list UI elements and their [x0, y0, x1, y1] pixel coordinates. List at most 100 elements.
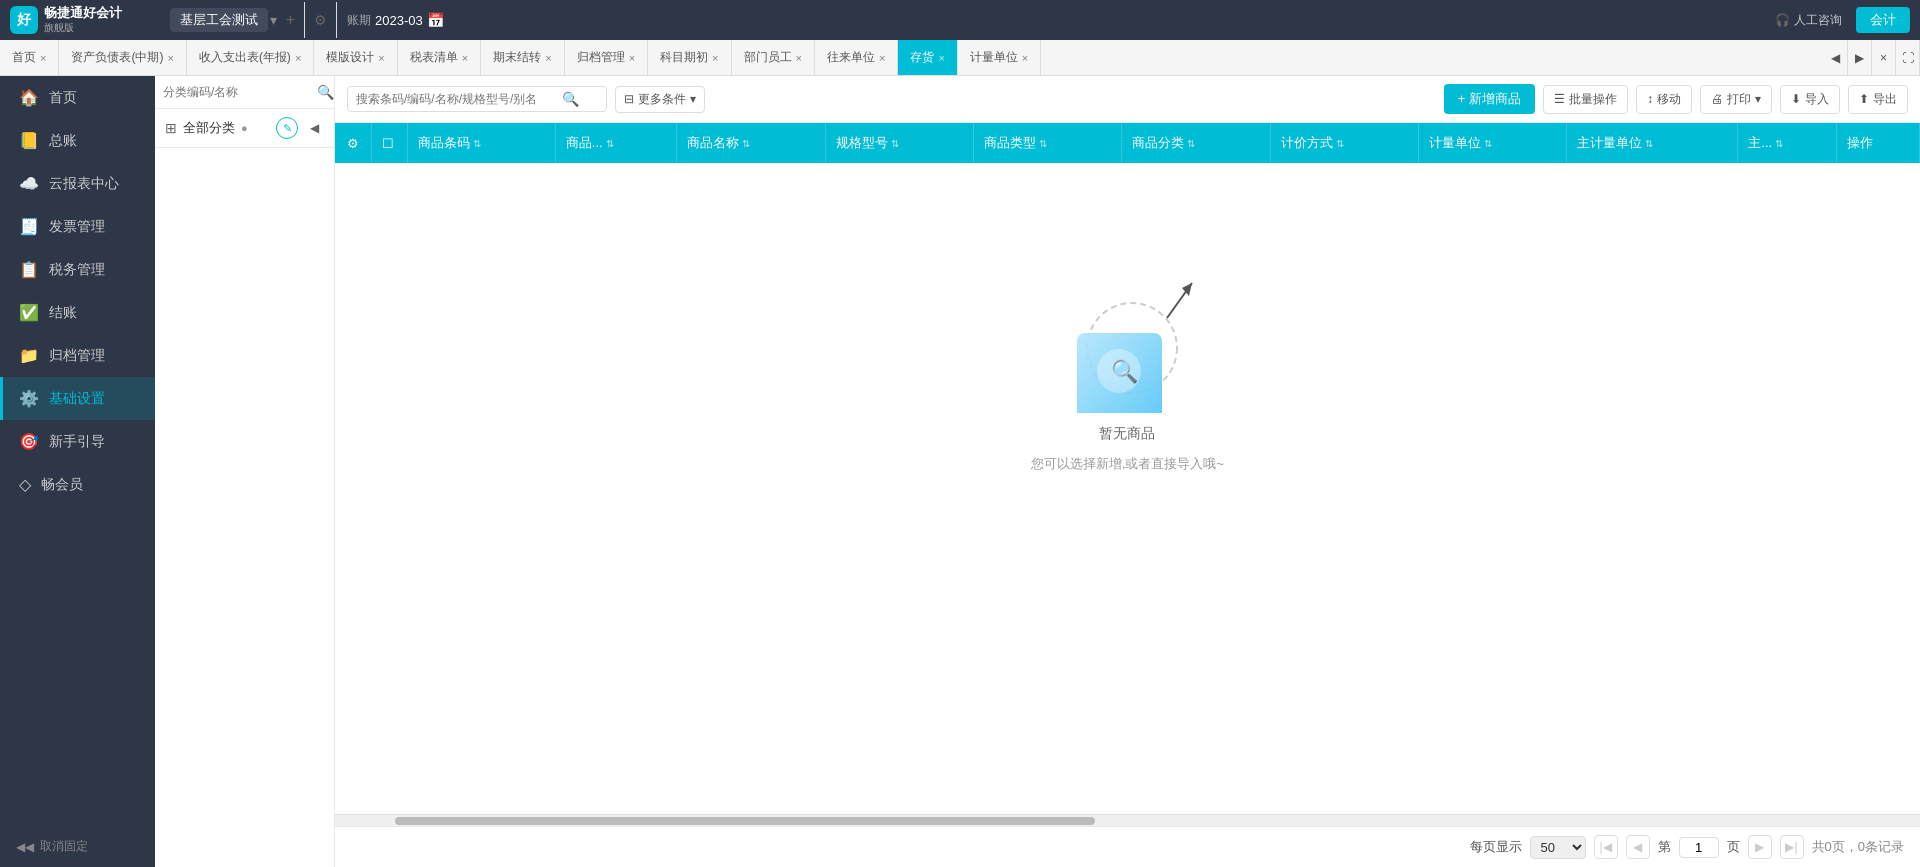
col-category[interactable]: 商品分类 ⇅: [1122, 123, 1270, 163]
tab-expand-button[interactable]: ⛶: [1896, 40, 1920, 76]
tab-close-icon[interactable]: ×: [378, 52, 384, 64]
tab-期末结转[interactable]: 期末结转 ×: [481, 40, 564, 76]
period-value: 2023-03: [375, 13, 423, 28]
tab-close-icon[interactable]: ×: [40, 52, 46, 64]
tab-close-icon[interactable]: ×: [796, 52, 802, 64]
tab-label: 税表清单: [410, 49, 458, 66]
sort-icon: ⇅: [1484, 138, 1492, 149]
col-code[interactable]: 商品... ⇅: [555, 123, 677, 163]
tab-模版设计[interactable]: 模版设计 ×: [314, 40, 397, 76]
batch-operation-button[interactable]: ☰ 批量操作: [1543, 85, 1628, 114]
col-settings[interactable]: ⚙: [335, 123, 371, 163]
tab-计量单位[interactable]: 计量单位 ×: [958, 40, 1041, 76]
tab-close-icon[interactable]: ×: [1022, 52, 1028, 64]
tab-存货[interactable]: 存货 ×: [898, 40, 957, 76]
kuaiji-button[interactable]: 会计: [1856, 7, 1910, 33]
col-checkbox[interactable]: ☐: [371, 123, 407, 163]
category-search: 🔍: [155, 76, 334, 109]
human-service-button[interactable]: 🎧 人工咨询: [1767, 9, 1850, 32]
sidebar-item-label: 税务管理: [49, 261, 105, 279]
export-button[interactable]: ⬆ 导出: [1848, 85, 1908, 114]
tab-首页[interactable]: 首页 ×: [0, 40, 59, 76]
category-edit-button[interactable]: ✎: [276, 117, 298, 139]
page-unit: 页: [1727, 838, 1740, 856]
tab-close-icon[interactable]: ×: [712, 52, 718, 64]
human-service-label: 人工咨询: [1794, 12, 1842, 29]
home-icon: 🏠: [19, 88, 39, 107]
col-unit[interactable]: 计量单位 ⇅: [1418, 123, 1566, 163]
sidebar-item-home[interactable]: 🏠 首页: [0, 76, 155, 119]
per-page-select[interactable]: 50 100 200: [1530, 836, 1586, 859]
tab-资产负债表[interactable]: 资产负债表(中期) ×: [59, 40, 186, 76]
tab-close-icon[interactable]: ×: [295, 52, 301, 64]
col-name[interactable]: 商品名称 ⇅: [677, 123, 825, 163]
sidebar-item-member[interactable]: ◇ 畅会员: [0, 463, 155, 506]
col-spec[interactable]: 规格型号 ⇅: [825, 123, 973, 163]
sort-icon: ⇅: [1336, 138, 1344, 149]
page-prev-button[interactable]: ◀: [1626, 835, 1650, 859]
sidebar-unpin-button[interactable]: ◀◀ 取消固定: [0, 826, 155, 867]
tab-close-icon[interactable]: ×: [629, 52, 635, 64]
product-search-icon[interactable]: 🔍: [562, 91, 579, 107]
col-action: 操作: [1836, 123, 1919, 163]
sidebar-item-settings[interactable]: ⚙️ 基础设置: [0, 377, 155, 420]
tab-税表清单[interactable]: 税表清单 ×: [398, 40, 481, 76]
add-product-button[interactable]: + 新增商品: [1444, 84, 1535, 114]
filter-label: 更多条件: [638, 91, 686, 108]
product-search-input[interactable]: [356, 92, 556, 106]
page-last-button[interactable]: ▶|: [1780, 835, 1804, 859]
calendar-icon[interactable]: 📅: [427, 12, 444, 28]
sort-icon: ⇅: [1775, 138, 1783, 149]
tab-归档管理[interactable]: 归档管理 ×: [565, 40, 648, 76]
app-edition: 旗舰版: [44, 21, 122, 35]
col-main-unit[interactable]: 主计量单位 ⇅: [1567, 123, 1738, 163]
workspace-selector[interactable]: 基层工会测试: [170, 8, 268, 32]
sidebar-item-tax[interactable]: 📋 税务管理: [0, 248, 155, 291]
tab-close-icon[interactable]: ×: [879, 52, 885, 64]
col-main-other[interactable]: 主... ⇅: [1738, 123, 1837, 163]
settings-tab-button[interactable]: ⚙: [305, 2, 337, 38]
tab-往来单位[interactable]: 往来单位 ×: [815, 40, 898, 76]
col-price-method[interactable]: 计价方式 ⇅: [1270, 123, 1418, 163]
tab-收入支出表[interactable]: 收入支出表(年报) ×: [187, 40, 314, 76]
tab-科目期初[interactable]: 科目期初 ×: [648, 40, 731, 76]
print-button[interactable]: 🖨 打印 ▾: [1700, 85, 1772, 114]
category-search-input[interactable]: [163, 85, 313, 99]
page-next-button[interactable]: ▶: [1748, 835, 1772, 859]
category-collapse-button[interactable]: ◀: [304, 118, 324, 138]
tab-next-button[interactable]: ▶: [1848, 40, 1872, 76]
tab-close-icon[interactable]: ×: [938, 52, 944, 64]
more-filter-button[interactable]: ⊟ 更多条件 ▾: [615, 86, 705, 113]
tab-close-icon[interactable]: ×: [462, 52, 468, 64]
workspace-dropdown-icon[interactable]: ▾: [270, 12, 277, 28]
tab-prev-button[interactable]: ◀: [1824, 40, 1848, 76]
toolbar: 🔍 ⊟ 更多条件 ▾ + 新增商品 ☰ 批量操作: [335, 76, 1920, 123]
tab-close-all-button[interactable]: ×: [1872, 40, 1896, 76]
sidebar-item-closing[interactable]: ✅ 结账: [0, 291, 155, 334]
scrollbar-thumb[interactable]: [395, 817, 1095, 825]
sidebar-item-guide[interactable]: 🎯 新手引导: [0, 420, 155, 463]
sidebar-item-ledger[interactable]: 📒 总账: [0, 119, 155, 162]
col-barcode[interactable]: 商品条码 ⇅: [407, 123, 555, 163]
category-search-icon[interactable]: 🔍: [317, 84, 334, 100]
horizontal-scrollbar[interactable]: [335, 814, 1920, 826]
tab-close-icon[interactable]: ×: [167, 52, 173, 64]
add-tab-button[interactable]: +: [277, 2, 305, 38]
sidebar-item-reports[interactable]: ☁️ 云报表中心: [0, 162, 155, 205]
product-table: ⚙ ☐ 商品条码 ⇅ 商品...: [335, 123, 1920, 563]
member-icon: ◇: [19, 475, 31, 494]
tab-close-icon[interactable]: ×: [545, 52, 551, 64]
page-first-button[interactable]: |◀: [1594, 835, 1618, 859]
category-all-item[interactable]: ⊞ 全部分类 ● ✎ ◀: [155, 109, 334, 148]
import-button[interactable]: ⬇ 导入: [1780, 85, 1840, 114]
tab-部门员工[interactable]: 部门员工 ×: [732, 40, 815, 76]
top-header: 好 畅捷通好会计 旗舰版 基层工会测试 ▾ + ⚙ 账期 2023-03 📅 🎧…: [0, 0, 1920, 40]
sidebar-item-label: 畅会员: [41, 476, 83, 494]
page-input[interactable]: [1679, 837, 1719, 858]
tab-label: 计量单位: [970, 49, 1018, 66]
sidebar-item-archive[interactable]: 📁 归档管理: [0, 334, 155, 377]
sidebar-item-invoice[interactable]: 🧾 发票管理: [0, 205, 155, 248]
move-button[interactable]: ↕ 移动: [1636, 85, 1692, 114]
right-panel: 🔍 ⊟ 更多条件 ▾ + 新增商品 ☰ 批量操作: [335, 76, 1920, 867]
col-type[interactable]: 商品类型 ⇅: [973, 123, 1121, 163]
